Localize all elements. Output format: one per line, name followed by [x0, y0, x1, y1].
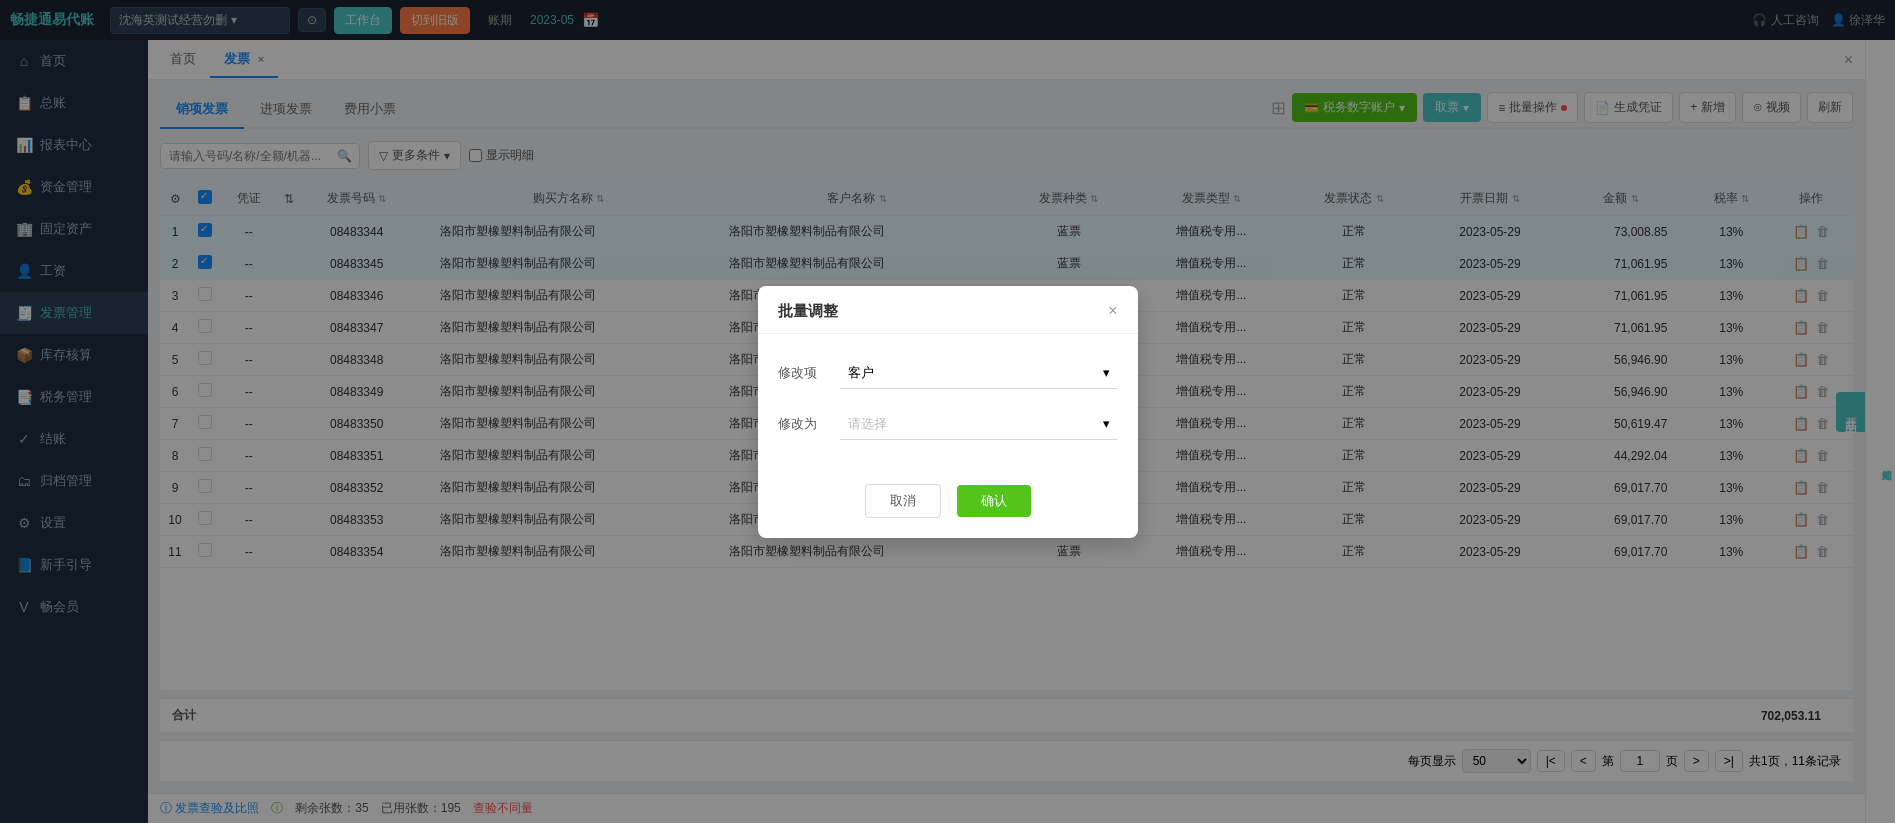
modify-item-row: 修改项 客户 ▾: [778, 358, 1118, 389]
modal-footer: 取消 确认: [758, 484, 1138, 538]
modify-item-label: 修改项: [778, 364, 828, 382]
chevron-down-icon: ▾: [1103, 365, 1110, 380]
modal-cancel-button[interactable]: 取消: [865, 484, 941, 518]
modify-to-placeholder: 请选择: [848, 415, 887, 433]
batch-adjust-modal: 批量调整 × 修改项 客户 ▾ 修改为 请选择 ▾ 取消 确认: [758, 286, 1138, 538]
modify-item-value: 客户: [848, 364, 874, 382]
modal-header: 批量调整 ×: [758, 286, 1138, 334]
modal-confirm-button[interactable]: 确认: [957, 485, 1031, 517]
modal-close-icon[interactable]: ×: [1108, 302, 1117, 320]
modify-item-select[interactable]: 客户 ▾: [840, 358, 1118, 389]
chevron-down-icon: ▾: [1103, 416, 1110, 431]
modify-to-label: 修改为: [778, 415, 828, 433]
modal-overlay: 批量调整 × 修改项 客户 ▾ 修改为 请选择 ▾ 取消 确认: [0, 0, 1895, 823]
modal-body: 修改项 客户 ▾ 修改为 请选择 ▾: [758, 334, 1138, 484]
modal-title: 批量调整: [778, 302, 838, 321]
modify-to-row: 修改为 请选择 ▾: [778, 409, 1118, 440]
modify-to-select[interactable]: 请选择 ▾: [840, 409, 1118, 440]
